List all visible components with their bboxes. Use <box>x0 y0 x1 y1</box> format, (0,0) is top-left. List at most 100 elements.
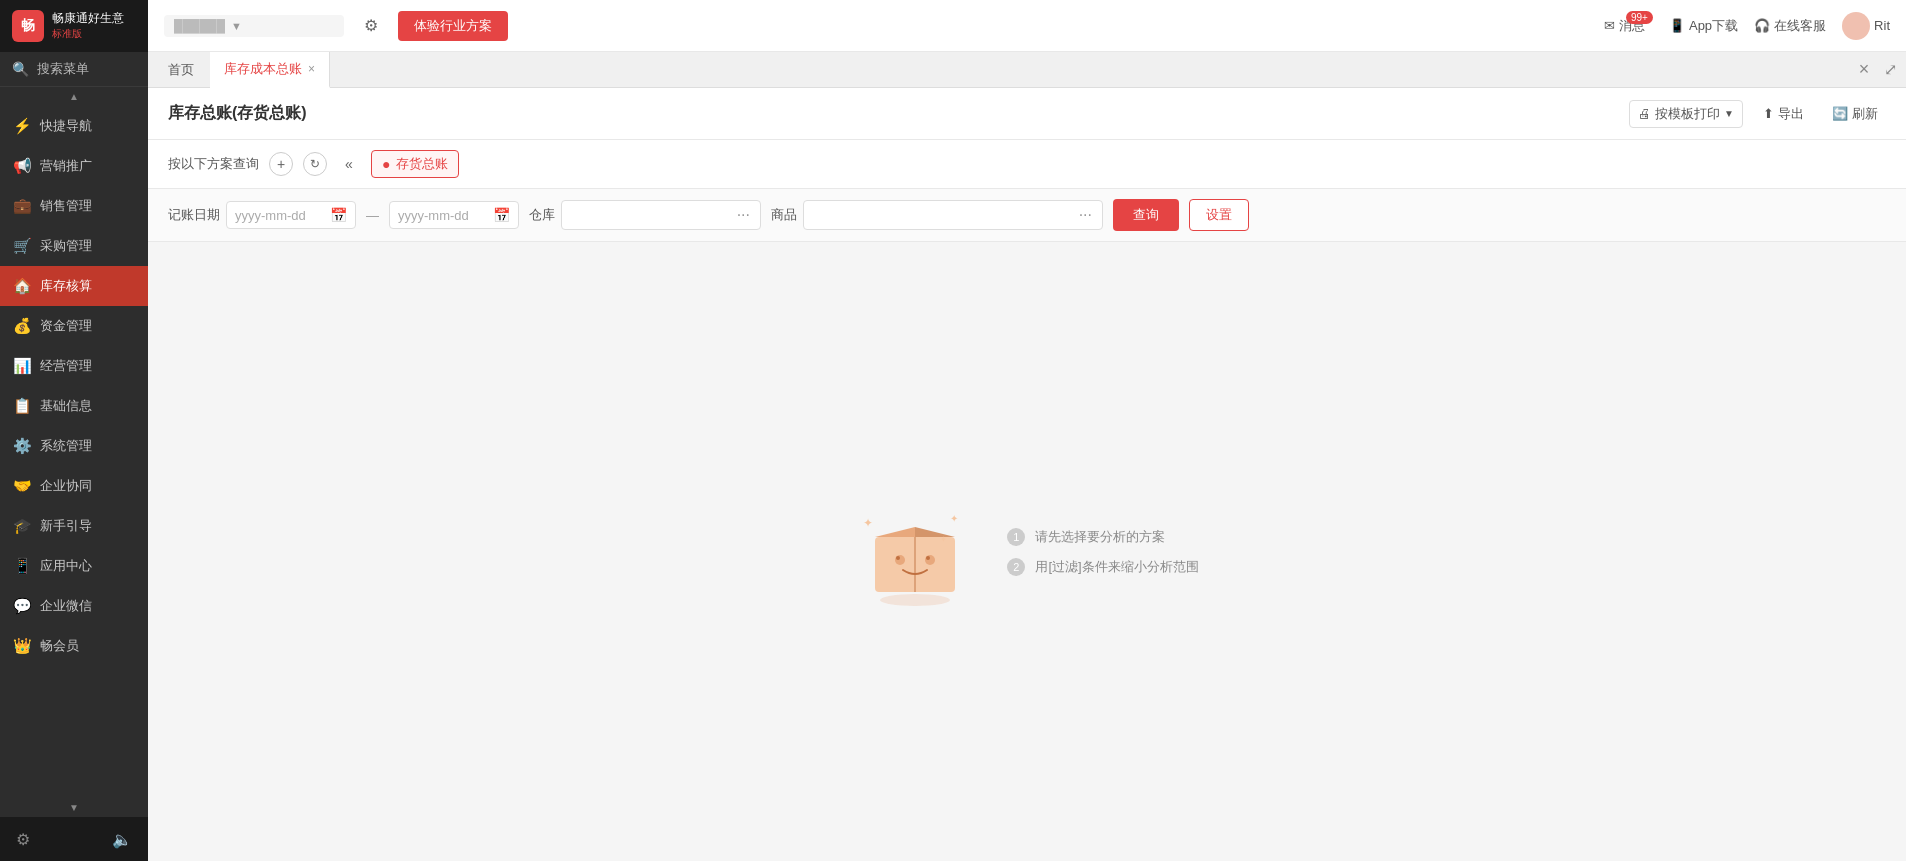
panel-close-btn[interactable]: × <box>1850 56 1878 84</box>
panel-actions: 🖨 按模板打印 ▼ ⬆ 导出 🔄 刷新 <box>1629 100 1886 128</box>
logo-text: 畅康通好生意 标准版 <box>52 11 124 41</box>
topbar-settings-btn[interactable]: ⚙ <box>356 11 386 41</box>
message-btn[interactable]: ✉ 消息 99+ <box>1604 17 1645 35</box>
tip-num-2: 2 <box>1007 558 1025 576</box>
filter-add-btn[interactable]: + <box>269 152 293 176</box>
support-icon: 🎧 <box>1754 18 1770 33</box>
sidebar-item-shortcut[interactable]: ⚡ 快捷导航 <box>0 106 148 146</box>
sidebar-item-sales[interactable]: 💼 销售管理 <box>0 186 148 226</box>
sidebar-item-operations[interactable]: 📊 经营管理 <box>0 346 148 386</box>
empty-tip-1: 1 请先选择要分析的方案 <box>1007 528 1198 546</box>
date-label: 记账日期 <box>168 206 220 224</box>
sidebar-item-purchase[interactable]: 🛒 采购管理 <box>0 226 148 266</box>
user-avatar-area[interactable]: Rit <box>1842 12 1890 40</box>
svg-point-4 <box>925 555 935 565</box>
sidebar-search[interactable]: 🔍 搜索菜单 <box>0 52 148 87</box>
tab-home[interactable]: 首页 <box>152 61 210 79</box>
svg-text:✦: ✦ <box>940 535 947 544</box>
panel-expand-btn[interactable]: ⤢ <box>1878 58 1902 82</box>
inventory-icon: 🏠 <box>12 277 32 295</box>
industry-btn[interactable]: 体验行业方案 <box>398 11 508 41</box>
filter-scheme-label: 按以下方案查询 <box>168 155 259 173</box>
empty-state-inner: ✦ ✦ ✦ 1 请先选择要分析的方案 2 用[过滤]条件来缩小分析范围 <box>855 492 1198 612</box>
apps-icon: 📱 <box>12 557 32 575</box>
topbar-search[interactable]: ██████ ▼ <box>164 15 344 37</box>
content-area: ✦ ✦ ✦ 1 请先选择要分析的方案 2 用[过滤]条件来缩小分析范围 <box>148 242 1906 861</box>
system-icon: ⚙️ <box>12 437 32 455</box>
tab-inventory-ledger[interactable]: 库存成本总账 × <box>210 52 330 88</box>
sidebar-item-enterprise[interactable]: 🤝 企业协同 <box>0 466 148 506</box>
warehouse-filter-field: 仓库 ··· <box>529 200 761 230</box>
svg-point-6 <box>926 556 930 560</box>
sidebar-item-finance[interactable]: 💰 资金管理 <box>0 306 148 346</box>
export-btn[interactable]: ⬆ 导出 <box>1755 101 1812 127</box>
empty-icon: ✦ ✦ ✦ <box>855 492 975 612</box>
goods-input[interactable]: ··· <box>803 200 1103 230</box>
date-to-placeholder: yyyy-mm-dd <box>398 208 489 223</box>
main-content: ██████ ▼ ⚙ 体验行业方案 ✉ 消息 99+ 📱 App下载 🎧 在线客… <box>148 0 1906 861</box>
warehouse-more-icon[interactable]: ··· <box>737 206 750 224</box>
goods-more-icon[interactable]: ··· <box>1079 206 1092 224</box>
sidebar-item-basic[interactable]: 📋 基础信息 <box>0 386 148 426</box>
wechat-icon: 💬 <box>12 597 32 615</box>
goods-filter-field: 商品 ··· <box>771 200 1103 230</box>
date-from-input[interactable]: yyyy-mm-dd 📅 <box>226 201 356 229</box>
svg-point-0 <box>880 594 950 606</box>
date-filter-field: 记账日期 yyyy-mm-dd 📅 — yyyy-mm-dd 📅 <box>168 201 519 229</box>
svg-text:✦: ✦ <box>863 516 873 530</box>
tip-text-1: 请先选择要分析的方案 <box>1035 528 1165 546</box>
tip-num-1: 1 <box>1007 528 1025 546</box>
sidebar-scroll-up[interactable]: ▲ <box>0 87 148 106</box>
filter-scheme-item[interactable]: ● 存货总账 <box>371 150 459 178</box>
svg-text:✦: ✦ <box>950 513 958 524</box>
scheme-icon: ● <box>382 156 390 172</box>
filter-scheme-bar: 按以下方案查询 + ↺ « ● 存货总账 <box>148 140 1906 189</box>
print-dropdown-icon: ▼ <box>1724 108 1734 119</box>
goods-label: 商品 <box>771 206 797 224</box>
print-icon: 🖨 <box>1638 106 1651 121</box>
warehouse-input[interactable]: ··· <box>561 200 761 230</box>
panel-header: 库存总账(存货总账) 🖨 按模板打印 ▼ ⬆ 导出 🔄 刷新 <box>148 88 1906 140</box>
sidebar-scroll-down[interactable]: ▼ <box>0 798 148 817</box>
sidebar-item-apps[interactable]: 📱 应用中心 <box>0 546 148 586</box>
sidebar-logo: 畅 畅康通好生意 标准版 <box>0 0 148 52</box>
message-icon: ✉ <box>1604 18 1615 33</box>
tab-close-icon[interactable]: × <box>308 62 315 76</box>
tab-label: 库存成本总账 <box>224 60 302 78</box>
sidebar-item-marketing[interactable]: 📢 营销推广 <box>0 146 148 186</box>
sidebar-item-system[interactable]: ⚙️ 系统管理 <box>0 426 148 466</box>
sidebar-footer: ⚙ 🔈 <box>0 817 148 861</box>
sidebar-item-wechat[interactable]: 💬 企业微信 <box>0 586 148 626</box>
app-download-icon: 📱 <box>1669 18 1685 33</box>
date-separator: — <box>362 208 383 223</box>
sidebar-nav: ⚡ 快捷导航 📢 营销推广 💼 销售管理 🛒 采购管理 🏠 库存核算 💰 资金管… <box>0 106 148 798</box>
print-btn[interactable]: 🖨 按模板打印 ▼ <box>1629 100 1743 128</box>
sound-footer-icon[interactable]: 🔈 <box>112 830 132 849</box>
online-support-btn[interactable]: 🎧 在线客服 <box>1754 17 1826 35</box>
date-from-placeholder: yyyy-mm-dd <box>235 208 326 223</box>
settings-footer-icon[interactable]: ⚙ <box>16 830 30 849</box>
filter-collapse-btn[interactable]: « <box>337 152 361 176</box>
scheme-name: 存货总账 <box>396 155 448 173</box>
calendar-to-icon[interactable]: 📅 <box>493 207 510 223</box>
date-to-input[interactable]: yyyy-mm-dd 📅 <box>389 201 519 229</box>
warehouse-label: 仓库 <box>529 206 555 224</box>
basic-icon: 📋 <box>12 397 32 415</box>
topbar-search-text: ██████ <box>174 19 225 33</box>
calendar-from-icon[interactable]: 📅 <box>330 207 347 223</box>
username: Rit <box>1874 18 1890 33</box>
sidebar-item-newbie[interactable]: 🎓 新手引导 <box>0 506 148 546</box>
app-download-btn[interactable]: 📱 App下载 <box>1669 17 1738 35</box>
logo-icon: 畅 <box>12 10 44 42</box>
operations-icon: 📊 <box>12 357 32 375</box>
sidebar-item-vip[interactable]: 👑 畅会员 <box>0 626 148 666</box>
vip-icon: 👑 <box>12 637 32 655</box>
sales-icon: 💼 <box>12 197 32 215</box>
query-btn[interactable]: 查询 <box>1113 199 1179 231</box>
filter-refresh-btn[interactable]: ↺ <box>303 152 327 176</box>
refresh-btn[interactable]: 🔄 刷新 <box>1824 101 1886 127</box>
sidebar-item-inventory[interactable]: 🏠 库存核算 <box>0 266 148 306</box>
empty-state: ✦ ✦ ✦ 1 请先选择要分析的方案 2 用[过滤]条件来缩小分析范围 <box>855 492 1198 612</box>
settings-btn[interactable]: 设置 <box>1189 199 1249 231</box>
svg-point-3 <box>895 555 905 565</box>
